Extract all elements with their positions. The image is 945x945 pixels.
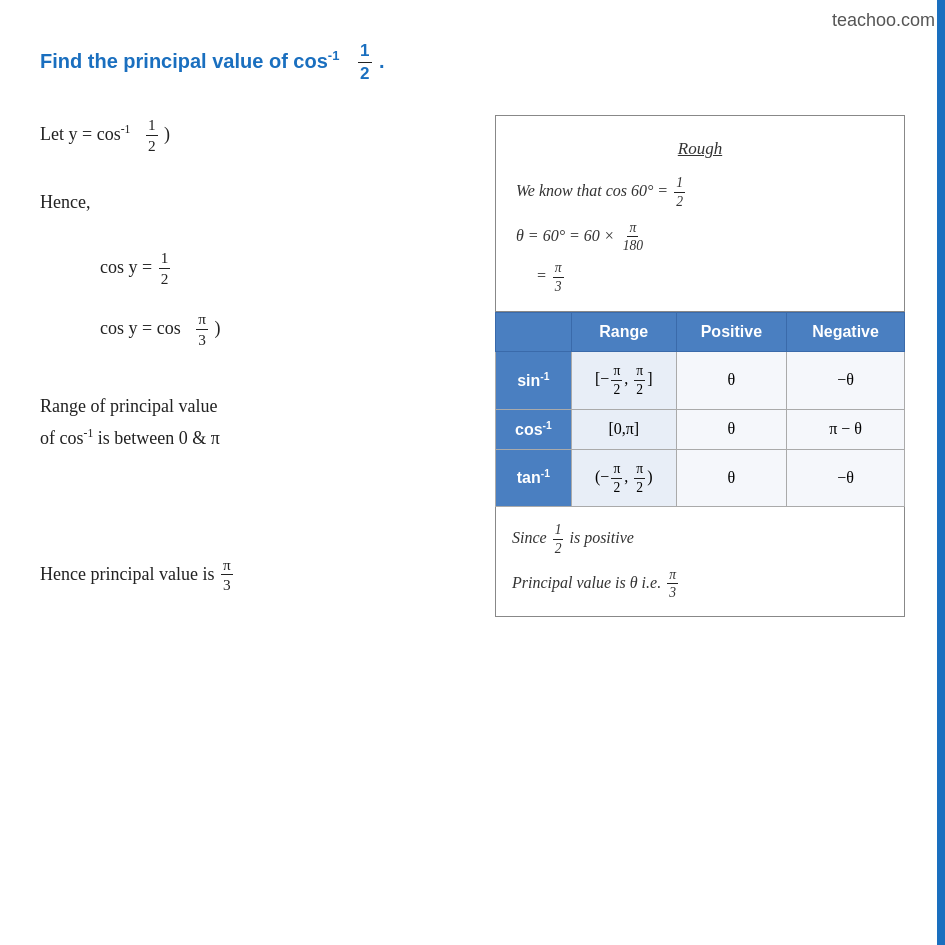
step-cos-y-cos: cos y = cos π 3 ): [100, 309, 475, 350]
th-positive: Positive: [676, 313, 786, 352]
step-range: Range of principal value of cos-1 is bet…: [40, 390, 475, 455]
func-cos: cos-1: [496, 409, 572, 449]
accent-bar: [937, 0, 945, 945]
pos-cos: θ: [676, 409, 786, 449]
rough-frac3: π 3: [553, 259, 564, 295]
note-frac2: π 3: [667, 566, 678, 602]
let-close: ): [164, 124, 170, 144]
cos-y-angle-frac: π 3: [196, 309, 208, 350]
pos-tan: θ: [676, 449, 786, 506]
let-sup: -1: [121, 123, 131, 136]
note-line1: Since 1 2 is positive: [512, 521, 888, 557]
cos-paren-open: [185, 318, 190, 338]
table-row-tan: tan-1 (−π2, π2) θ −θ: [496, 449, 905, 506]
question-paren-close: .: [379, 50, 385, 72]
right-panel: Rough We know that cos 60° = 1 2 θ = 60°…: [495, 115, 905, 617]
range-text2: of cos: [40, 428, 84, 448]
cos-paren-close: ): [214, 318, 220, 338]
table-row-sin: sin-1 [−π2, π2] θ −θ: [496, 352, 905, 409]
note-suffix: is positive: [569, 529, 633, 546]
question-fraction: 1 2: [358, 40, 371, 85]
note-box: Since 1 2 is positive Principal value is…: [495, 507, 905, 617]
main-content: Let y = cos-1 1 2 ) Hence, cos y = 1 2: [40, 115, 905, 625]
step-let: Let y = cos-1 1 2 ): [40, 115, 475, 156]
note-line2: Principal value is θ i.e. π 3: [512, 566, 888, 602]
neg-sin: −θ: [787, 352, 905, 409]
rough-title: Rough: [516, 132, 884, 166]
page: teachoo.com Find the principal value of …: [0, 0, 945, 945]
step-cos-y-half: cos y = 1 2: [100, 248, 475, 289]
pos-sin: θ: [676, 352, 786, 409]
let-paren: [135, 124, 140, 144]
th-range: Range: [571, 313, 676, 352]
func-tan: tan-1: [496, 449, 572, 506]
question-sup: -1: [328, 50, 340, 72]
table-header-row: Range Positive Negative: [496, 313, 905, 352]
cos-y-cos-text: cos y = cos: [100, 318, 181, 338]
range-sup: -1: [84, 427, 94, 440]
hence-text: Hence,: [40, 192, 90, 212]
table-row-cos: cos-1 [0,π] θ π − θ: [496, 409, 905, 449]
range-text1: Range of principal value: [40, 396, 217, 416]
rough-frac1: 1 2: [674, 174, 685, 210]
func-sin: sin-1: [496, 352, 572, 409]
let-fraction: 1 2: [146, 115, 158, 156]
trig-table: Range Positive Negative sin-1 [−π2, π2]: [495, 312, 905, 507]
th-func: [496, 313, 572, 352]
rough-frac2: π 180: [621, 219, 645, 255]
step-principal-value: Hence principal value is π 3: [40, 555, 475, 596]
watermark: teachoo.com: [832, 10, 935, 31]
cos-y-frac: 1 2: [159, 248, 171, 289]
th-negative: Negative: [787, 313, 905, 352]
question-paren-open: [345, 50, 351, 72]
rough-box: Rough We know that cos 60° = 1 2 θ = 60°…: [495, 115, 905, 312]
range-text3: is between 0 & π: [98, 428, 220, 448]
step-hence: Hence,: [40, 186, 475, 218]
cos-y-eq-text: cos y =: [100, 257, 152, 277]
range-cos: [0,π]: [571, 409, 676, 449]
range-tan: (−π2, π2): [571, 449, 676, 506]
rough-line3: = π 3: [536, 259, 884, 295]
pv-frac: π 3: [221, 555, 233, 596]
range-sin: [−π2, π2]: [571, 352, 676, 409]
neg-cos: π − θ: [787, 409, 905, 449]
solution-steps: Let y = cos-1 1 2 ) Hence, cos y = 1 2: [40, 115, 475, 625]
note-frac1: 1 2: [553, 521, 564, 557]
let-text: Let y = cos: [40, 124, 121, 144]
question-title: Find the principal value of cos-1 1 2 .: [40, 40, 905, 85]
neg-tan: −θ: [787, 449, 905, 506]
rough-line2: θ = 60° = 60 × π 180: [516, 219, 884, 255]
question-label: Find the principal value of cos: [40, 50, 328, 72]
rough-line1: We know that cos 60° = 1 2: [516, 174, 884, 210]
hence-pv-text: Hence principal value is: [40, 563, 214, 583]
